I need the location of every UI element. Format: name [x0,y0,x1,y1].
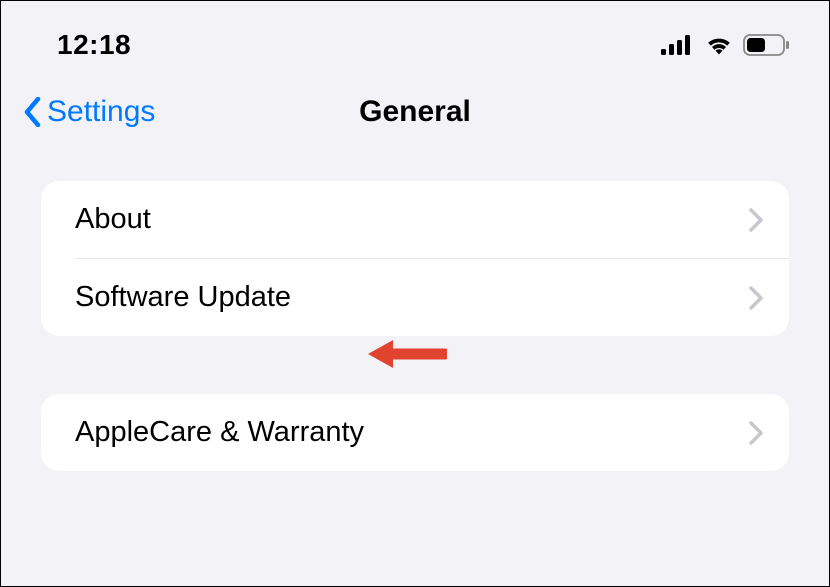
wifi-icon [705,35,733,55]
chevron-right-icon [749,421,763,445]
back-button[interactable]: Settings [23,95,155,129]
back-label: Settings [47,95,155,129]
settings-group: AppleCare & Warranty [41,394,789,471]
battery-icon [743,34,789,56]
row-software-update[interactable]: Software Update [75,258,789,336]
settings-group: About Software Update [41,181,789,336]
status-bar: 12:18 [1,1,829,81]
nav-bar: Settings General [1,81,829,161]
row-about[interactable]: About [41,181,789,258]
chevron-right-icon [749,208,763,232]
content: About Software Update AppleCare & Warran… [1,161,829,471]
cellular-signal-icon [661,35,695,55]
chevron-right-icon [749,286,763,310]
chevron-left-icon [23,97,43,127]
status-icons [661,34,789,56]
row-label: About [75,203,151,236]
row-applecare-warranty[interactable]: AppleCare & Warranty [41,394,789,471]
row-label: AppleCare & Warranty [75,416,364,449]
page-title: General [359,95,471,129]
status-time: 12:18 [57,29,131,61]
row-label: Software Update [75,281,291,314]
